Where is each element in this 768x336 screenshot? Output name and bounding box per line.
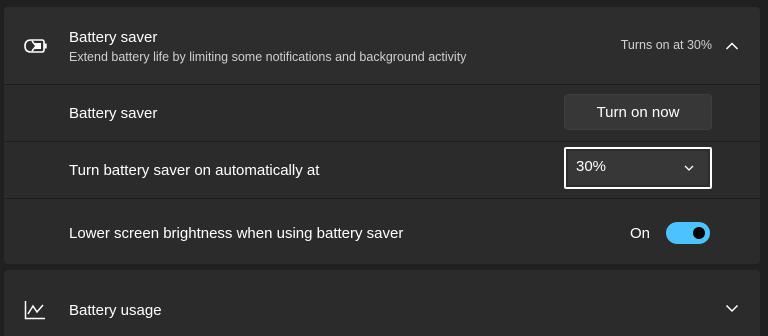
chevron-up-icon[interactable] [725, 41, 739, 51]
battery-saver-title: Battery saver [69, 29, 158, 46]
settings-page: Battery saver Extend battery life by lim… [0, 0, 768, 336]
toggle-state-label: On [630, 225, 651, 242]
battery-saver-status: Turns on at 30% [620, 38, 712, 52]
usage-chart-icon [24, 301, 45, 320]
battery-saver-header[interactable]: Battery saver Extend battery life by lim… [4, 7, 760, 85]
battery-usage-card[interactable]: Battery usage [4, 270, 760, 336]
toggle-knob [693, 227, 705, 239]
battery-saver-card: Battery saver Extend battery life by lim… [4, 7, 760, 264]
auto-turn-on-dropdown[interactable]: 30% [564, 147, 712, 189]
battery-saver-description: Extend battery life by limiting some not… [69, 50, 467, 64]
lower-brightness-label: Lower screen brightness when using batte… [69, 225, 404, 242]
auto-turn-on-row: Turn battery saver on automatically at 3… [4, 142, 760, 199]
turn-on-now-button[interactable]: Turn on now [564, 94, 712, 130]
chevron-down-icon[interactable] [725, 303, 739, 313]
battery-usage-title: Battery usage [69, 302, 162, 319]
battery-saver-row: Battery saver Turn on now [4, 85, 760, 142]
lower-brightness-row: Lower screen brightness when using batte… [4, 199, 760, 263]
battery-saver-row-label: Battery saver [69, 105, 158, 122]
auto-turn-on-label: Turn battery saver on automatically at [69, 162, 320, 179]
chevron-down-icon [684, 165, 694, 171]
battery-saver-icon [24, 39, 47, 53]
lower-brightness-toggle[interactable] [666, 222, 710, 244]
dropdown-selected-value: 30% [576, 158, 607, 175]
